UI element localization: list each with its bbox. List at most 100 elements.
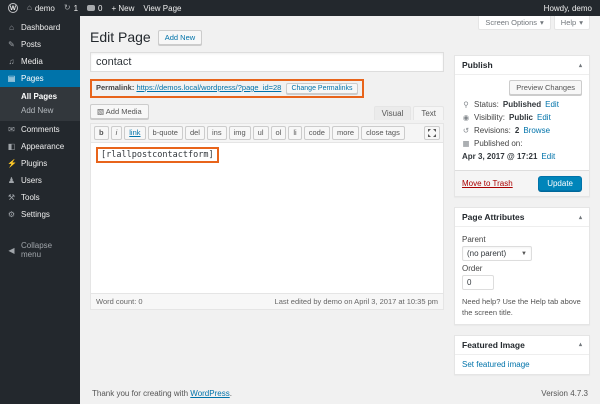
sidebar-item-dashboard[interactable]: ⌂ Dashboard xyxy=(0,19,80,36)
visibility-icon: ◉ xyxy=(462,113,470,122)
edit-status-link[interactable]: Edit xyxy=(545,100,559,109)
del-button[interactable]: del xyxy=(184,126,205,140)
add-new-button[interactable]: Add New xyxy=(157,29,203,45)
sidebar-item-all-pages[interactable]: All Pages xyxy=(0,89,80,103)
editor-box: b i link b-quote del ins img ul ol li co… xyxy=(90,123,444,310)
sidebar-item-pages[interactable]: ▤ Pages xyxy=(0,70,80,87)
more-button[interactable]: more xyxy=(331,126,360,140)
edit-visibility-link[interactable]: Edit xyxy=(537,113,551,122)
sidebar-item-settings[interactable]: ⚙ Settings xyxy=(0,206,80,223)
ins-button[interactable]: ins xyxy=(206,126,227,140)
wordpress-menu[interactable]: W xyxy=(8,3,18,13)
revisions-value: 2 xyxy=(514,126,520,135)
chevron-up-icon: ▴ xyxy=(578,214,582,221)
tab-text[interactable]: Text xyxy=(413,106,444,120)
new-menu[interactable]: + New xyxy=(111,4,134,13)
chevron-down-icon: ▾ xyxy=(540,18,544,27)
sidebar-panels-column: Publish ▴ Preview Changes ⚲ Status: Publ… xyxy=(454,55,590,385)
close-tags-button[interactable]: close tags xyxy=(361,126,405,140)
site-name-link[interactable]: ⌂ demo xyxy=(27,4,55,13)
move-to-trash-link[interactable]: Move to Trash xyxy=(462,179,513,188)
comments-link[interactable]: 0 xyxy=(87,4,102,13)
fullscreen-button[interactable] xyxy=(424,126,440,140)
appearance-icon: ◧ xyxy=(7,142,16,151)
ul-button[interactable]: ul xyxy=(252,126,269,140)
li-button[interactable]: li xyxy=(288,126,302,140)
media-icon: ♫ xyxy=(8,57,15,66)
fullscreen-icon xyxy=(428,129,436,137)
link-button[interactable]: link xyxy=(124,126,146,140)
tab-visual[interactable]: Visual xyxy=(373,106,412,120)
shortcode-text: [rlallpostcontactform] xyxy=(101,150,214,160)
order-input[interactable] xyxy=(462,275,494,290)
publish-panel: Publish ▴ Preview Changes ⚲ Status: Publ… xyxy=(454,55,590,197)
pages-submenu: All Pages Add New xyxy=(0,87,80,121)
page-title: Edit Page xyxy=(90,29,151,45)
updates-link[interactable]: ↻ 1 xyxy=(64,4,78,13)
update-button[interactable]: Update xyxy=(538,176,582,191)
main-area: Screen Options ▾ Help ▾ Edit Page Add Ne… xyxy=(80,16,600,404)
howdy-menu[interactable]: Howdy, demo xyxy=(544,4,592,13)
comments-count: 0 xyxy=(98,3,103,13)
featured-image-header[interactable]: Featured Image ▴ xyxy=(455,336,589,355)
permalink-url-link[interactable]: https://demos.local/wordpress/?page_id=2… xyxy=(136,83,281,92)
add-media-icon: ▧ xyxy=(97,107,105,116)
page-attributes-body: Parent (no parent) ▼ Order Need help? Us… xyxy=(455,227,589,324)
screen-options-tab[interactable]: Screen Options ▾ xyxy=(478,16,551,30)
add-media-label: Add Media xyxy=(105,107,142,116)
sidebar-item-appearance[interactable]: ◧ Appearance xyxy=(0,138,80,155)
publish-panel-header[interactable]: Publish ▴ xyxy=(455,56,589,75)
sidebar-item-plugins[interactable]: ⚡ Plugins xyxy=(0,155,80,172)
sidebar-item-label: Plugins xyxy=(21,159,48,168)
featured-image-title: Featured Image xyxy=(462,339,525,350)
sidebar-item-collapse-menu[interactable]: ◀ Collapse menu xyxy=(0,237,80,263)
post-title-input[interactable] xyxy=(90,52,444,72)
select-arrow-icon: ▼ xyxy=(521,250,527,257)
sidebar-item-label: Posts xyxy=(21,40,42,49)
change-permalinks-button[interactable]: Change Permalinks xyxy=(286,83,358,94)
sidebar-item-label: Media xyxy=(21,57,43,66)
page-attributes-header[interactable]: Page Attributes ▴ xyxy=(455,208,589,227)
help-tab[interactable]: Help ▾ xyxy=(553,16,590,30)
sidebar-item-tools[interactable]: ⚒ Tools xyxy=(0,189,80,206)
chevron-down-icon: ▾ xyxy=(579,18,583,27)
editor-mode-tabs: Visual Text xyxy=(373,106,444,120)
img-button[interactable]: img xyxy=(228,126,251,140)
last-edited-text: Last edited by demo on April 3, 2017 at … xyxy=(274,297,438,306)
featured-image-body: Set featured image xyxy=(455,355,589,374)
ol-button[interactable]: ol xyxy=(270,126,287,140)
publish-panel-footer: Move to Trash Update xyxy=(455,170,589,196)
howdy-label: Howdy, demo xyxy=(543,3,592,13)
code-button[interactable]: code xyxy=(303,126,330,140)
browse-revisions-link[interactable]: Browse xyxy=(523,126,550,135)
admin-bar: W ⌂ demo ↻ 1 0 + New View Page Howdy, de… xyxy=(0,0,600,16)
parent-select[interactable]: (no parent) ▼ xyxy=(462,246,532,261)
footer-thanks-suffix: . xyxy=(229,388,232,398)
publish-title: Publish xyxy=(462,60,493,70)
edit-published-link[interactable]: Edit xyxy=(541,152,555,161)
sidebar-item-label: Appearance xyxy=(21,142,65,151)
blockquote-button[interactable]: b-quote xyxy=(147,126,183,140)
parent-select-value: (no parent) xyxy=(467,249,507,258)
sidebar-item-label: Pages xyxy=(21,74,44,83)
italic-button[interactable]: i xyxy=(110,126,123,140)
chevron-up-icon: ▴ xyxy=(578,62,582,69)
add-media-button[interactable]: ▧ Add Media xyxy=(90,104,149,119)
dashboard-icon: ⌂ xyxy=(9,23,14,32)
preview-changes-button[interactable]: Preview Changes xyxy=(509,80,582,95)
site-name-label: demo xyxy=(34,3,55,13)
editor-textarea[interactable]: [rlallpostcontactform] xyxy=(91,143,443,293)
sidebar-item-posts[interactable]: ✎ Posts xyxy=(0,36,80,53)
wordpress-link[interactable]: WordPress xyxy=(190,389,229,398)
visibility-row: ◉ Visibility: Public Edit xyxy=(462,113,582,122)
sidebar-item-users[interactable]: ♟ Users xyxy=(0,172,80,189)
sidebar-item-media[interactable]: ♫ Media xyxy=(0,53,80,70)
admin-sidebar: ⌂ Dashboard ✎ Posts ♫ Media ▤ Pages All … xyxy=(0,16,80,404)
attributes-help-text: Need help? Use the Help tab above the sc… xyxy=(462,297,581,317)
bold-button[interactable]: b xyxy=(94,126,109,140)
sidebar-item-add-new-page[interactable]: Add New xyxy=(0,103,80,117)
sidebar-item-comments[interactable]: ✉ Comments xyxy=(0,121,80,138)
media-tabs-row: ▧ Add Media Visual Text xyxy=(90,104,444,120)
view-page-link[interactable]: View Page xyxy=(143,4,181,13)
set-featured-image-link[interactable]: Set featured image xyxy=(462,360,530,369)
